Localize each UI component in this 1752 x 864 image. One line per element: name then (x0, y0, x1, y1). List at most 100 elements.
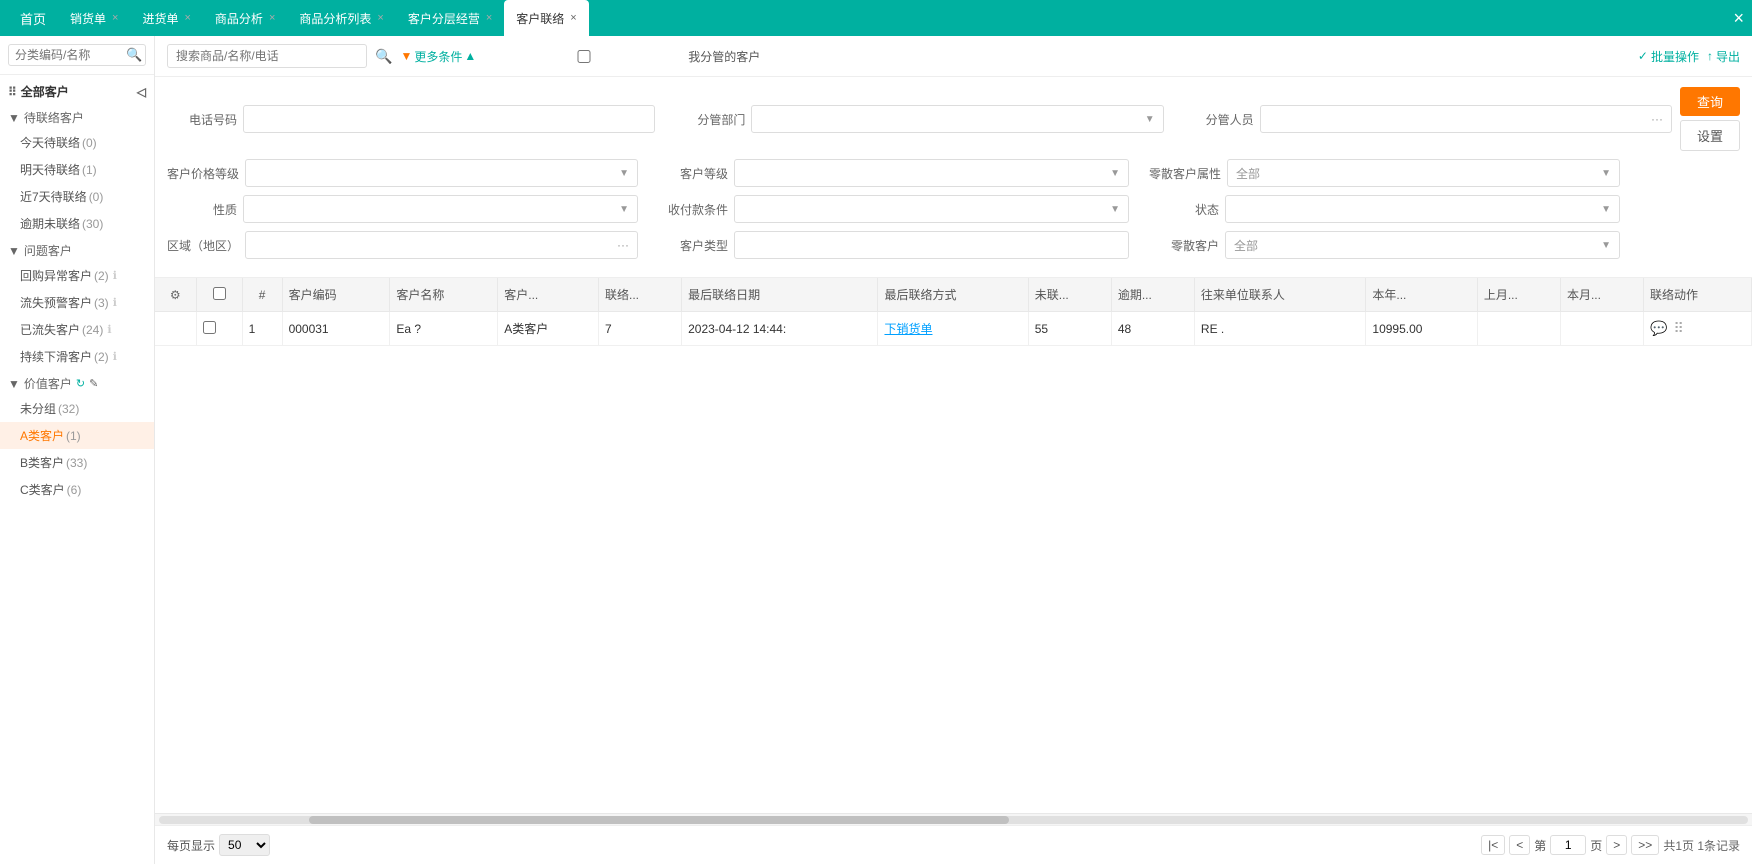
nature-input[interactable]: ▼ (243, 195, 638, 223)
gear-icon[interactable]: ⚙ (170, 288, 181, 302)
region-dots-icon: ··· (617, 238, 629, 252)
customer-grade-input[interactable]: ▼ (734, 159, 1129, 187)
edit-icon[interactable]: ✎ (89, 377, 98, 390)
row-last-method-cell[interactable]: 下销货单 (878, 312, 1028, 346)
last-method-link[interactable]: 下销货单 (884, 322, 932, 336)
col-last-date-header[interactable]: 最后联络日期 (682, 278, 878, 312)
group-problem-customers[interactable]: ▼ 问题客户 (0, 237, 154, 262)
more-filters-btn[interactable]: ▼ 更多条件 ▲ (400, 48, 476, 65)
search-input[interactable] (167, 44, 367, 68)
status-input[interactable]: ▼ (1225, 195, 1620, 223)
customer-table: ⚙ # 客户编码 客户名称 客户... 联络... 最后联络日期 最后联络方式 … (155, 278, 1752, 346)
close-tab-analysis-list[interactable]: × (377, 12, 383, 24)
batch-icon: ✓ (1638, 49, 1648, 63)
refresh-icon[interactable]: ↻ (76, 377, 85, 390)
group-value-customers[interactable]: ▼ 价值客户 ↻ ✎ (0, 370, 154, 395)
batch-op-btn[interactable]: ✓ 批量操作 (1638, 48, 1699, 65)
sidebar-item-class-a[interactable]: A类客户 (1) (0, 422, 154, 449)
row-checkbox-cell[interactable] (196, 312, 242, 346)
sidebar-item-class-b[interactable]: B类客户 (33) (0, 449, 154, 476)
col-last-method-header[interactable]: 最后联络方式 (878, 278, 1028, 312)
sidebar-item-week-contact[interactable]: 近7天待联络 (0) (0, 183, 154, 210)
page-input[interactable] (1550, 835, 1586, 855)
tab-purchase[interactable]: 进货单 × (130, 0, 202, 36)
group-pending-contact[interactable]: ▼ 待联络客户 (0, 104, 154, 129)
next-page-btn[interactable]: > (1606, 835, 1627, 855)
sidebar-item-overdue-contact[interactable]: 逾期未联络 (30) (0, 210, 154, 237)
table-row: 1 000031 Ea ? A类客户 7 2023-04-12 14:44: 下… (155, 312, 1752, 346)
info-icon4: ℹ (113, 350, 117, 363)
col-type-header[interactable]: 客户... (498, 278, 599, 312)
col-gear[interactable]: ⚙ (155, 278, 196, 312)
col-name-header[interactable]: 客户名称 (390, 278, 498, 312)
filter-row-1: 电话号码 分管部门 ▼ 分管人员 (167, 87, 1740, 151)
payment-input[interactable]: ▼ (734, 195, 1129, 223)
horizontal-scrollbar[interactable] (155, 813, 1752, 825)
customer-type-input[interactable] (734, 231, 1129, 259)
col-contact-header[interactable]: 联络... (599, 278, 682, 312)
arrow-icon2: ▼ (8, 244, 20, 258)
close-tab-customer-tier[interactable]: × (486, 12, 492, 24)
chat-action-icon[interactable]: 💬 (1650, 320, 1667, 337)
tab-sales[interactable]: 销货单 × (58, 0, 130, 36)
status-dropdown: ▼ (1601, 204, 1611, 215)
row-checkbox[interactable] (203, 321, 216, 334)
sidebar-item-tomorrow-contact[interactable]: 明天待联络 (1) (0, 156, 154, 183)
filter-search-icon[interactable]: 🔍 (375, 48, 392, 65)
query-btn[interactable]: 查询 (1680, 87, 1740, 116)
tab-customer-contact[interactable]: 客户联络 × (504, 0, 588, 36)
sidebar-item-class-c[interactable]: C类客户 (6) (0, 476, 154, 503)
tab-analysis-list[interactable]: 商品分析列表 × (287, 0, 395, 36)
retail-attr-input[interactable]: 全部 ▼ (1227, 159, 1620, 187)
sidebar-item-today-contact[interactable]: 今天待联络 (0) (0, 129, 154, 156)
sidebar-search-icon[interactable]: 🔍 (126, 47, 142, 63)
my-customers-check[interactable] (484, 50, 684, 63)
close-tab-customer-contact[interactable]: × (570, 12, 576, 24)
col-overdue-header[interactable]: 逾期... (1111, 278, 1194, 312)
more-arrow: ▲ (464, 49, 476, 63)
first-page-btn[interactable]: |< (1481, 835, 1505, 855)
sidebar-item-churned[interactable]: 已流失客户 (24) ℹ (0, 316, 154, 343)
close-tab-analysis[interactable]: × (269, 12, 275, 24)
per-page-select[interactable]: 50 100 200 (219, 834, 270, 856)
sidebar-item-churn-warning[interactable]: 流失预警客户 (3) ℹ (0, 289, 154, 316)
nav-home[interactable]: 首页 (8, 9, 58, 28)
phone-input[interactable] (243, 105, 655, 133)
retail-customer-input[interactable]: 全部 ▼ (1225, 231, 1620, 259)
customer-type-label: 客户类型 (658, 237, 728, 254)
qr-action-icon[interactable]: ⠿ (1673, 320, 1683, 337)
dept-input[interactable]: ▼ (751, 105, 1163, 133)
col-checkbox-header[interactable] (196, 278, 242, 312)
prev-page-btn[interactable]: < (1509, 835, 1530, 855)
page-label: 第 (1534, 837, 1546, 854)
export-btn[interactable]: ↑ 导出 (1707, 48, 1740, 65)
scrollbar-thumb[interactable] (309, 816, 1009, 824)
collapse-icon[interactable]: ◁ (137, 85, 146, 99)
select-all-checkbox[interactable] (213, 287, 226, 300)
last-page-btn[interactable]: >> (1631, 835, 1659, 855)
info-icon3: ℹ (107, 323, 111, 336)
col-this-month-header[interactable]: 本月... (1560, 278, 1643, 312)
region-input[interactable]: ··· (245, 231, 638, 259)
close-tab-purchase[interactable]: × (184, 12, 190, 24)
tab-customer-tier[interactable]: 客户分层经营 × (396, 0, 504, 36)
scrollbar-track[interactable] (159, 816, 1748, 824)
close-tab-sales[interactable]: × (112, 12, 118, 24)
settings-btn[interactable]: 设置 (1680, 120, 1740, 151)
my-customers-checkbox[interactable]: 我分管的客户 (484, 48, 760, 65)
col-last-month-header[interactable]: 上月... (1477, 278, 1560, 312)
manager-input[interactable]: ··· (1260, 105, 1672, 133)
sidebar-all-customers[interactable]: ⠿ 全部客户 ◁ (0, 75, 154, 104)
col-code-header[interactable]: 客户编码 (282, 278, 390, 312)
col-liaison-header[interactable]: 往来单位联系人 (1194, 278, 1365, 312)
filter-customer-grade: 客户等级 ▼ (658, 159, 1129, 187)
price-grade-input[interactable]: ▼ (245, 159, 638, 187)
sidebar-item-no-group[interactable]: 未分组 (32) (0, 395, 154, 422)
close-window[interactable]: × (1733, 8, 1744, 29)
col-not-contact-header[interactable]: 未联... (1028, 278, 1111, 312)
tab-analysis[interactable]: 商品分析 × (203, 0, 287, 36)
sidebar-item-declining[interactable]: 持续下滑客户 (2) ℹ (0, 343, 154, 370)
sidebar-item-abnormal-repurchase[interactable]: 回购异常客户 (2) ℹ (0, 262, 154, 289)
row-overdue-cell: 48 (1111, 312, 1194, 346)
col-year-amount-header[interactable]: 本年... (1366, 278, 1477, 312)
